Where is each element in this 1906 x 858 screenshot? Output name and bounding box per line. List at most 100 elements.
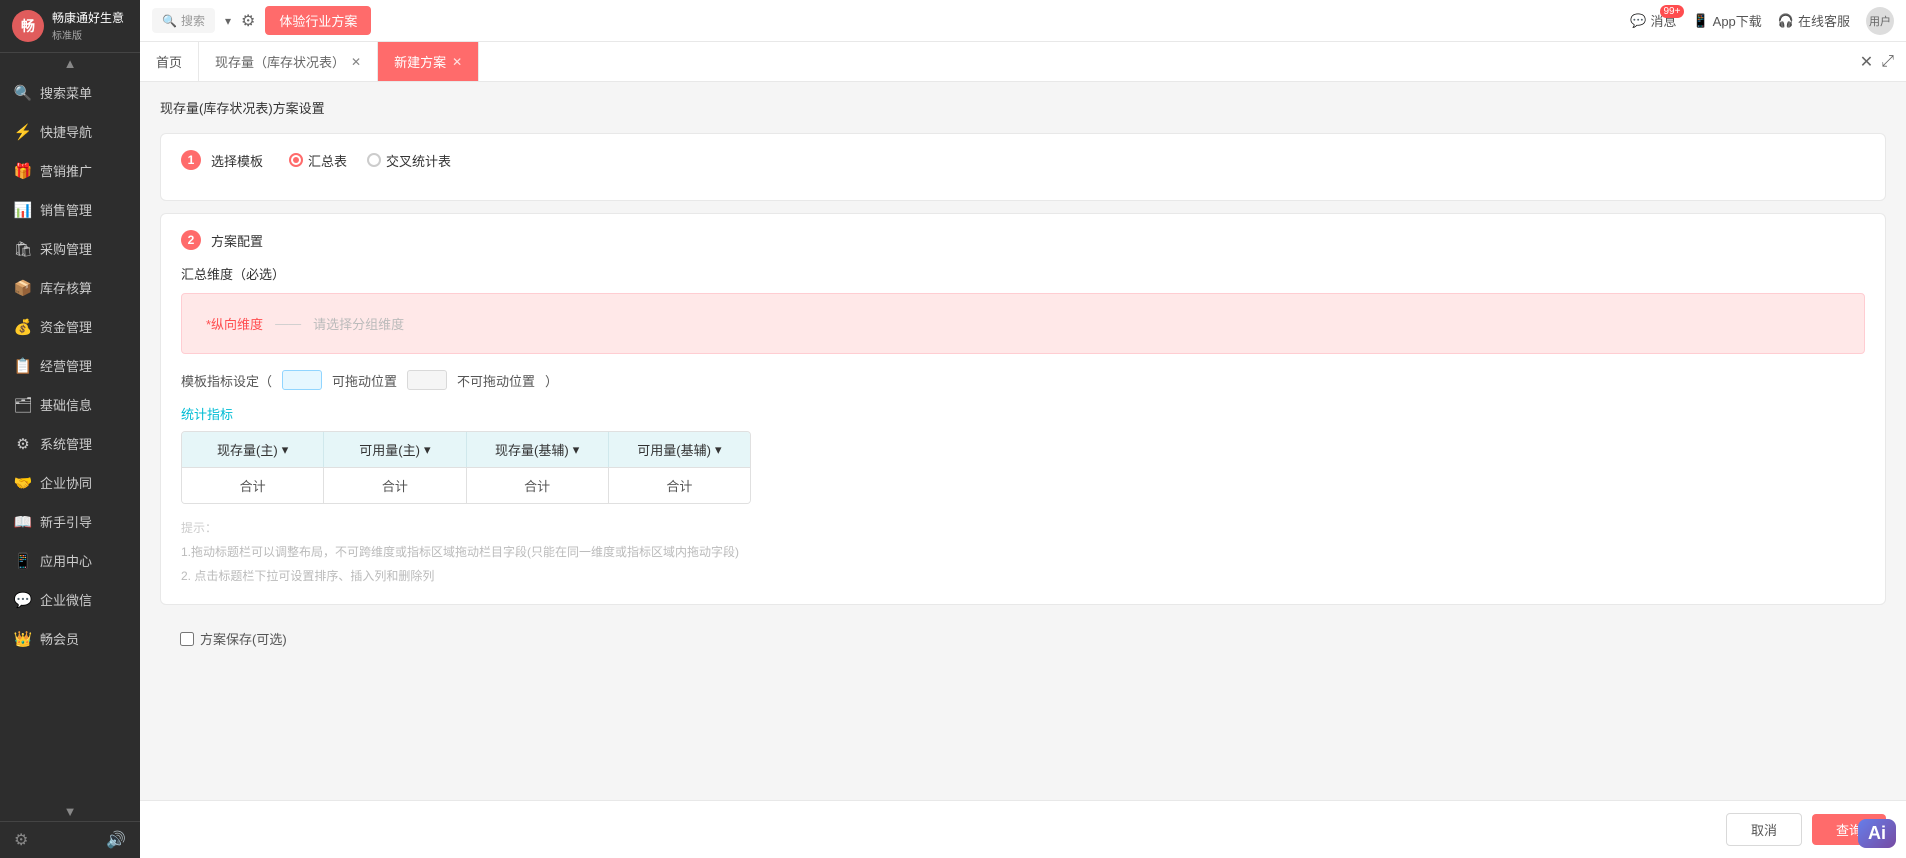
sidebar-item-enterprise[interactable]: 🤝 企业协同 bbox=[0, 463, 140, 502]
settings-icon[interactable]: ⚙ bbox=[14, 830, 28, 850]
sidebar-item-label: 基础信息 bbox=[40, 395, 92, 414]
wechat-icon: 💬 bbox=[14, 591, 32, 609]
vertical-dimension-area[interactable]: *纵向维度 —— 请选择分组维度 bbox=[181, 293, 1865, 354]
sidebar-item-wechat[interactable]: 💬 企业微信 bbox=[0, 580, 140, 619]
sidebar-item-member[interactable]: 👑 畅会员 bbox=[0, 619, 140, 658]
col-header-2[interactable]: 现存量(基辅) ▾ bbox=[467, 432, 609, 467]
search-icon: 🔍 bbox=[162, 14, 177, 28]
step2-label: 方案配置 bbox=[211, 231, 263, 250]
stats-section: 统计指标 现存量(主) ▾ 可用量(主) ▾ 现存量(基辅) bbox=[181, 404, 1865, 504]
tab-inventory[interactable]: 现存量（库存状况表） ✕ bbox=[199, 42, 378, 81]
col-header-3[interactable]: 可用量(基辅) ▾ bbox=[609, 432, 750, 467]
ai-badge[interactable]: Ai bbox=[1858, 819, 1896, 848]
marketing-icon: 🎁 bbox=[14, 162, 32, 180]
col-header-1[interactable]: 可用量(主) ▾ bbox=[324, 432, 466, 467]
tab-inventory-close[interactable]: ✕ bbox=[351, 55, 361, 69]
main-area: 🔍 搜索 ▾ ⚙ 体验行业方案 💬 消息 99+ 📱 App下载 🎧 在线客服 … bbox=[140, 0, 1906, 858]
sidebar-scroll-up[interactable]: ▲ bbox=[0, 53, 140, 73]
radio-cross-dot bbox=[367, 153, 381, 167]
sidebar-item-label: 采购管理 bbox=[40, 239, 92, 258]
newbie-icon: 📖 bbox=[14, 513, 32, 531]
user-avatar[interactable]: 用户 bbox=[1866, 7, 1894, 35]
tab-new-scheme-label: 新建方案 bbox=[394, 52, 446, 71]
basic-info-icon: 🗂 bbox=[14, 396, 32, 414]
step1-num: 1 bbox=[181, 150, 201, 170]
sidebar-logo: 畅 畅康通好生意 标准版 bbox=[0, 0, 140, 53]
trial-button[interactable]: 体验行业方案 bbox=[265, 6, 371, 35]
sidebar-item-label: 营销推广 bbox=[40, 161, 92, 180]
immovable-label: 不可拖动位置 bbox=[457, 371, 535, 390]
col-dropdown-0[interactable]: ▾ bbox=[282, 442, 289, 458]
messages-count: 99+ bbox=[1660, 5, 1685, 18]
step1-label: 选择模板 bbox=[211, 151, 263, 170]
sidebar-item-purchase[interactable]: 🛍 采购管理 bbox=[0, 229, 140, 268]
col-dropdown-2[interactable]: ▾ bbox=[573, 442, 580, 458]
col-header-0[interactable]: 现存量(主) ▾ bbox=[182, 432, 324, 467]
col-header-label-2: 现存量(基辅) bbox=[495, 440, 569, 459]
online-service-badge[interactable]: 🎧 在线客服 bbox=[1778, 11, 1850, 30]
page-title: 现存量(库存状况表)方案设置 bbox=[160, 98, 1886, 117]
app-download-icon: 📱 bbox=[1692, 13, 1708, 29]
message-icon: 💬 bbox=[1630, 13, 1646, 29]
sidebar-item-label: 资金管理 bbox=[40, 317, 92, 336]
movable-label: 可拖动位置 bbox=[332, 371, 397, 390]
sidebar-item-quick-nav[interactable]: ⚡ 快捷导航 bbox=[0, 112, 140, 151]
search-menu-icon: 🔍 bbox=[14, 84, 32, 102]
sidebar-item-basic-info[interactable]: 🗂 基础信息 bbox=[0, 385, 140, 424]
sidebar-nav: 🔍 搜索菜单 ⚡ 快捷导航 🎁 营销推广 📊 销售管理 🛍 采购管理 📦 库存核… bbox=[0, 73, 140, 801]
search-box[interactable]: 🔍 搜索 bbox=[152, 8, 215, 33]
template-indicators: 模板指标设定（ 可拖动位置 不可拖动位置 ） bbox=[181, 370, 1865, 390]
inventory-icon: 📦 bbox=[14, 279, 32, 297]
panel-close-button[interactable]: ✕ bbox=[1860, 52, 1873, 72]
col-dropdown-3[interactable]: ▾ bbox=[715, 442, 722, 458]
stats-label: 统计指标 bbox=[181, 404, 1865, 423]
sidebar-item-label: 搜索菜单 bbox=[40, 83, 92, 102]
cancel-button[interactable]: 取消 bbox=[1726, 813, 1802, 846]
save-checkbox[interactable] bbox=[180, 632, 194, 646]
search-text: 搜索 bbox=[181, 12, 205, 29]
topbar-gear-icon[interactable]: ⚙ bbox=[241, 11, 255, 31]
sidebar-item-label: 新手引导 bbox=[40, 512, 92, 531]
col-header-label-1: 可用量(主) bbox=[359, 440, 420, 459]
speaker-icon[interactable]: 🔊 bbox=[106, 830, 126, 850]
app-download-label: App下载 bbox=[1713, 11, 1762, 30]
tab-inventory-label: 现存量（库存状况表） bbox=[215, 52, 345, 71]
topbar-dropdown-icon[interactable]: ▾ bbox=[225, 14, 231, 28]
radio-summary[interactable]: 汇总表 bbox=[289, 151, 347, 170]
tab-new-scheme-close[interactable]: ✕ bbox=[452, 55, 462, 69]
sidebar-item-inventory[interactable]: 📦 库存核算 bbox=[0, 268, 140, 307]
sidebar-item-newbie[interactable]: 📖 新手引导 bbox=[0, 502, 140, 541]
topbar-right: 💬 消息 99+ 📱 App下载 🎧 在线客服 用户 bbox=[1630, 7, 1894, 35]
vertical-divider: —— bbox=[275, 316, 301, 331]
template-radio-group: 汇总表 交叉统计表 bbox=[289, 151, 451, 170]
sidebar-item-system[interactable]: ⚙ 系统管理 bbox=[0, 424, 140, 463]
app-download-badge[interactable]: 📱 App下载 bbox=[1692, 11, 1761, 30]
sidebar-item-search-menu[interactable]: 🔍 搜索菜单 bbox=[0, 73, 140, 112]
sidebar-item-label: 畅会员 bbox=[40, 629, 79, 648]
action-bar: 取消 查询 bbox=[140, 800, 1906, 858]
panel-controls: ✕ ⤢ bbox=[1848, 52, 1906, 72]
col-body-0: 合计 bbox=[182, 468, 324, 503]
sidebar-logo-title: 畅康通好生意 bbox=[52, 10, 124, 27]
quick-nav-icon: ⚡ bbox=[14, 123, 32, 141]
member-icon: 👑 bbox=[14, 630, 32, 648]
sidebar-scroll-down[interactable]: ▼ bbox=[0, 801, 140, 821]
radio-summary-label: 汇总表 bbox=[308, 151, 347, 170]
radio-cross[interactable]: 交叉统计表 bbox=[367, 151, 451, 170]
sidebar-item-label: 企业微信 bbox=[40, 590, 92, 609]
content-area: 现存量(库存状况表)方案设置 1 选择模板 汇总表 交叉统计表 bbox=[140, 82, 1906, 800]
sidebar-item-operations[interactable]: 📋 经营管理 bbox=[0, 346, 140, 385]
sidebar-item-finance[interactable]: 💰 资金管理 bbox=[0, 307, 140, 346]
online-service-label: 在线客服 bbox=[1798, 11, 1850, 30]
operations-icon: 📋 bbox=[14, 357, 32, 375]
tab-home[interactable]: 首页 bbox=[140, 42, 199, 81]
col-dropdown-1[interactable]: ▾ bbox=[424, 442, 431, 458]
finance-icon: 💰 bbox=[14, 318, 32, 336]
sidebar-item-sales[interactable]: 📊 销售管理 bbox=[0, 190, 140, 229]
panel-expand-button[interactable]: ⤢ bbox=[1881, 53, 1894, 71]
summary-dimension-title: 汇总维度（必选） bbox=[181, 264, 1865, 283]
messages-badge[interactable]: 💬 消息 99+ bbox=[1630, 11, 1676, 30]
sidebar-item-marketing[interactable]: 🎁 营销推广 bbox=[0, 151, 140, 190]
tab-new-scheme[interactable]: 新建方案 ✕ bbox=[378, 42, 479, 81]
sidebar-item-app-center[interactable]: 📱 应用中心 bbox=[0, 541, 140, 580]
